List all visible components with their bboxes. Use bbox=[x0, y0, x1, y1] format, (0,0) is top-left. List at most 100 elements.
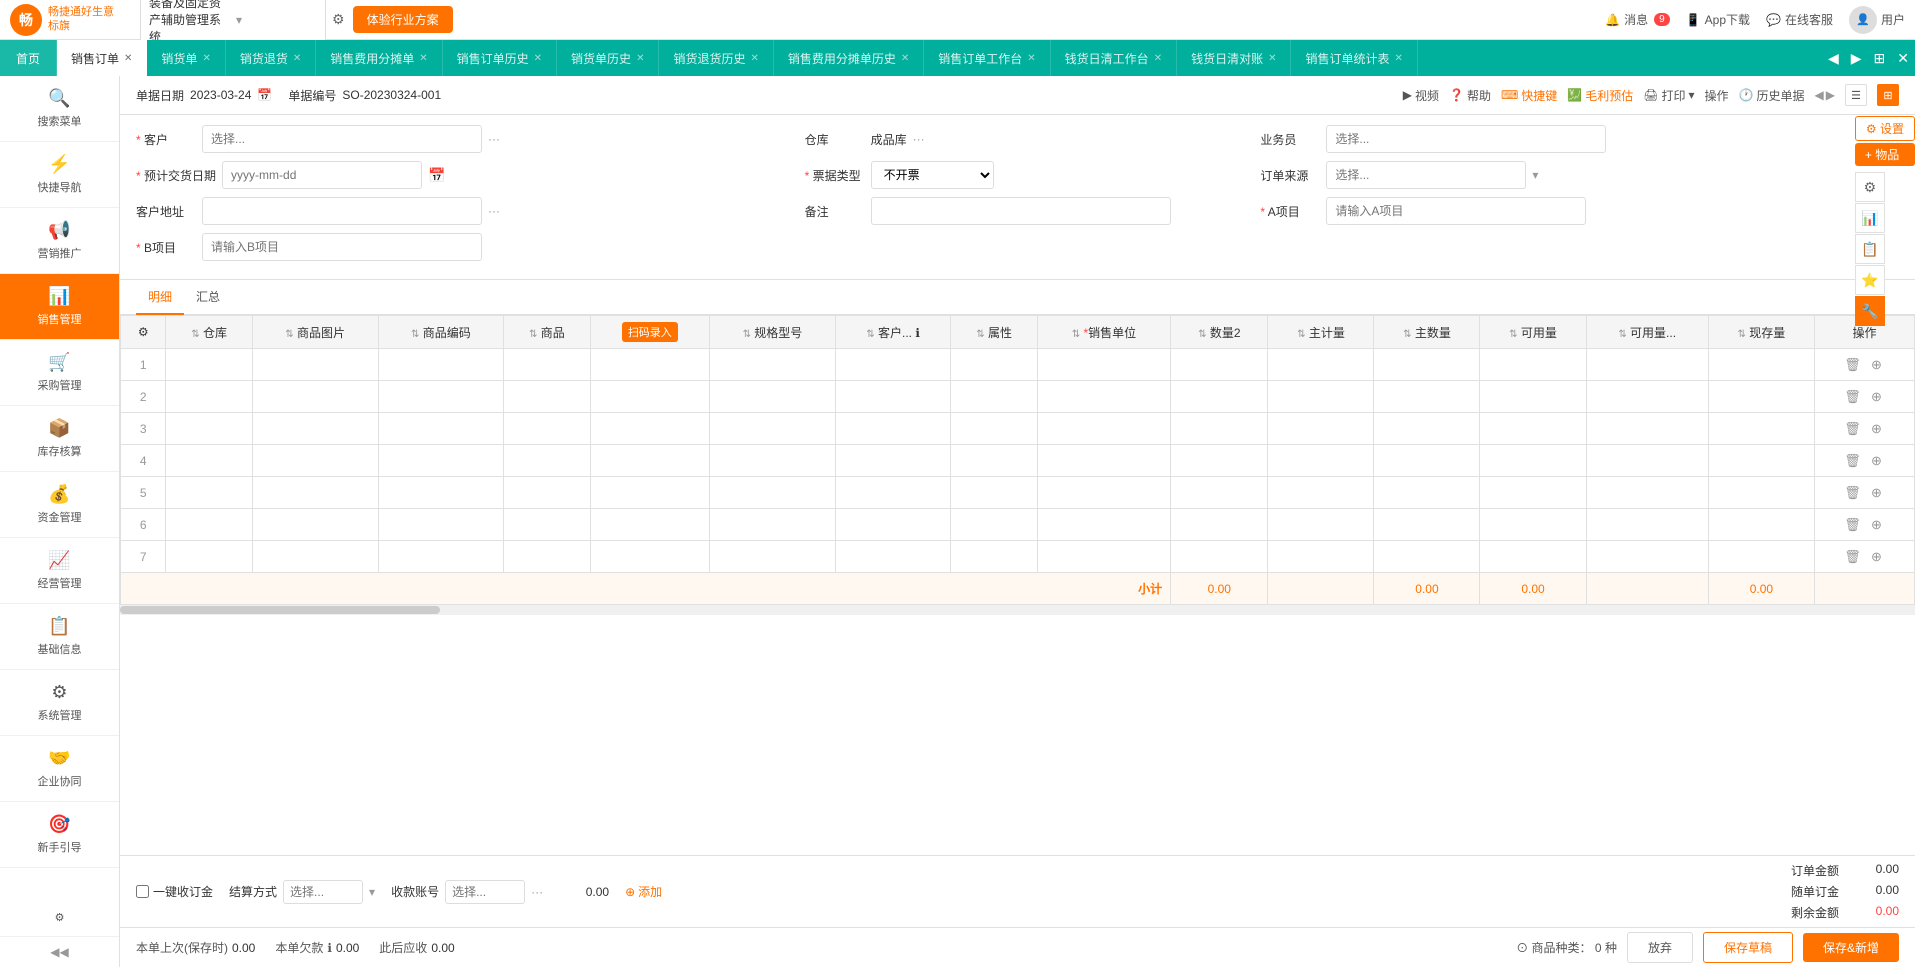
close-tab-icon[interactable]: ✕ bbox=[293, 53, 301, 64]
nav-close-icon[interactable]: ✕ bbox=[1891, 50, 1915, 67]
rfp-btn-1[interactable]: ⚙ bbox=[1855, 172, 1885, 202]
copy-row-icon[interactable]: ⊕ bbox=[1866, 483, 1886, 503]
col-settings[interactable]: ⚙ bbox=[121, 316, 166, 349]
notifications-button[interactable]: 🔔 消息 9 bbox=[1605, 11, 1670, 28]
horizontal-scrollbar[interactable] bbox=[120, 605, 1915, 615]
project-a-input[interactable] bbox=[1326, 197, 1586, 225]
tab-sales-cost[interactable]: 销售费用分摊单 ✕ bbox=[316, 40, 442, 76]
copy-row-icon[interactable]: ⊕ bbox=[1866, 355, 1886, 375]
help-action[interactable]: ❓ 帮助 bbox=[1449, 87, 1491, 104]
user-menu[interactable]: 👤 用户 bbox=[1849, 6, 1905, 34]
address-input[interactable] bbox=[202, 197, 482, 225]
sidebar-item-marketing[interactable]: 📢 营销推广 bbox=[0, 208, 119, 274]
save-new-button[interactable]: 保存&新增 bbox=[1803, 933, 1899, 962]
save-draft-button[interactable]: 保存草稿 bbox=[1703, 932, 1793, 963]
sidebar-item-finance[interactable]: 💰 资金管理 bbox=[0, 472, 119, 538]
sidebar-item-operations[interactable]: 📈 经营管理 bbox=[0, 538, 119, 604]
order-source-input[interactable] bbox=[1326, 161, 1526, 189]
copy-row-icon[interactable]: ⊕ bbox=[1866, 451, 1886, 471]
rfp-btn-2[interactable]: 📊 bbox=[1855, 203, 1885, 233]
close-tab-icon[interactable]: ✕ bbox=[534, 53, 542, 64]
nav-next-icon[interactable]: ▶ bbox=[1845, 50, 1868, 67]
rfp-btn-4[interactable]: ⭐ bbox=[1855, 265, 1885, 295]
sidebar-item-guide[interactable]: 🎯 新手引导 bbox=[0, 802, 119, 868]
tab-daily-workbench[interactable]: 钱货日清工作台 ✕ bbox=[1051, 40, 1177, 76]
sidebar-item-inventory[interactable]: 📦 库存核算 bbox=[0, 406, 119, 472]
close-tab-icon[interactable]: ✕ bbox=[1395, 53, 1403, 64]
discard-button[interactable]: 放弃 bbox=[1627, 932, 1693, 963]
chevron-down-icon[interactable]: ▾ bbox=[369, 885, 375, 899]
tab-sales-invoice[interactable]: 销货单 ✕ bbox=[147, 40, 225, 76]
sidebar-item-base[interactable]: 📋 基础信息 bbox=[0, 604, 119, 670]
settings-float-btn[interactable]: ⚙ 设置 bbox=[1855, 116, 1915, 141]
profit-action[interactable]: 💹 毛利预估 bbox=[1567, 87, 1633, 104]
tab-daily-reconcile[interactable]: 钱货日清对账 ✕ bbox=[1177, 40, 1291, 76]
sidebar-item-sales[interactable]: 📊 销售管理 bbox=[0, 274, 119, 340]
settlement-input[interactable] bbox=[283, 880, 363, 904]
project-b-input[interactable] bbox=[202, 233, 482, 261]
print-action[interactable]: 🖨 打印 ▾ bbox=[1643, 87, 1694, 104]
tab-sales-return[interactable]: 销货退货 ✕ bbox=[226, 40, 316, 76]
close-tab-icon[interactable]: ✕ bbox=[901, 53, 909, 64]
tab-cost-history[interactable]: 销售费用分摊单历史 ✕ bbox=[774, 40, 924, 76]
nav-next-btn[interactable]: ▶ bbox=[1826, 88, 1835, 102]
close-tab-icon[interactable]: ✕ bbox=[1027, 53, 1035, 64]
delete-row-icon[interactable]: 🗑 bbox=[1842, 419, 1862, 439]
calendar-icon[interactable]: 📅 bbox=[257, 88, 272, 102]
close-tab-icon[interactable]: ✕ bbox=[750, 53, 758, 64]
grid-view-btn[interactable]: ⊞ bbox=[1877, 84, 1899, 106]
close-tab-icon[interactable]: ✕ bbox=[124, 53, 132, 64]
gear-icon[interactable]: ⚙ bbox=[332, 11, 345, 28]
app-download-button[interactable]: 📱 App下载 bbox=[1686, 11, 1750, 28]
operations-action[interactable]: 操作 bbox=[1705, 87, 1729, 104]
add-item-float-btn[interactable]: + 物品 bbox=[1855, 143, 1915, 166]
close-tab-icon[interactable]: ✕ bbox=[1268, 53, 1276, 64]
delivery-date-input[interactable] bbox=[222, 161, 422, 189]
one-click-checkbox[interactable] bbox=[136, 885, 149, 898]
tab-stats[interactable]: 销售订单统计表 ✕ bbox=[1291, 40, 1417, 76]
calendar-icon[interactable]: 📅 bbox=[428, 167, 445, 184]
account-ellipsis[interactable]: ··· bbox=[531, 885, 543, 899]
tab-home[interactable]: 首页 bbox=[0, 40, 57, 76]
nav-prev-icon[interactable]: ◀ bbox=[1822, 50, 1845, 67]
address-ellipsis[interactable]: ··· bbox=[488, 204, 500, 218]
close-tab-icon[interactable]: ✕ bbox=[636, 53, 644, 64]
delete-row-icon[interactable]: 🗑 bbox=[1842, 483, 1862, 503]
tab-workbench[interactable]: 销售订单工作台 ✕ bbox=[924, 40, 1050, 76]
scrollbar-thumb[interactable] bbox=[120, 606, 440, 614]
delete-row-icon[interactable]: 🗑 bbox=[1842, 547, 1862, 567]
customer-ellipsis[interactable]: ··· bbox=[488, 132, 500, 146]
rfp-btn-5[interactable]: 🔧 bbox=[1855, 296, 1885, 326]
rfp-btn-3[interactable]: 📋 bbox=[1855, 234, 1885, 264]
copy-row-icon[interactable]: ⊕ bbox=[1866, 547, 1886, 567]
nav-expand-icon[interactable]: ⊞ bbox=[1868, 50, 1892, 67]
copy-row-icon[interactable]: ⊕ bbox=[1866, 515, 1886, 535]
tab-invoice-history[interactable]: 销货单历史 ✕ bbox=[557, 40, 659, 76]
delete-row-icon[interactable]: 🗑 bbox=[1842, 355, 1862, 375]
sidebar-item-search[interactable]: 🔍 搜索菜单 bbox=[0, 76, 119, 142]
account-input[interactable] bbox=[445, 880, 525, 904]
tab-return-history[interactable]: 销货退货历史 ✕ bbox=[659, 40, 773, 76]
shortcut-action[interactable]: ⌨ 快捷键 bbox=[1501, 87, 1557, 104]
note-input[interactable] bbox=[871, 197, 1171, 225]
sidebar-collapse-btn[interactable]: ◀◀ bbox=[0, 937, 119, 967]
add-account-button[interactable]: ⊕ 添加 bbox=[625, 883, 662, 900]
delete-row-icon[interactable]: 🗑 bbox=[1842, 515, 1862, 535]
chevron-down-icon[interactable]: ▾ bbox=[1532, 168, 1538, 182]
close-tab-icon[interactable]: ✕ bbox=[202, 53, 210, 64]
delete-row-icon[interactable]: 🗑 bbox=[1842, 387, 1862, 407]
history-action[interactable]: 🕐 历史单据 bbox=[1739, 87, 1805, 104]
warehouse-ellipsis[interactable]: ··· bbox=[913, 132, 925, 146]
scan-input-btn[interactable]: 扫码录入 bbox=[622, 322, 678, 342]
tab-sales-history[interactable]: 销售订单历史 ✕ bbox=[443, 40, 557, 76]
sidebar-item-system[interactable]: ⚙ 系统管理 bbox=[0, 670, 119, 736]
sidebar-item-nav[interactable]: ⚡ 快捷导航 bbox=[0, 142, 119, 208]
close-tab-icon[interactable]: ✕ bbox=[419, 53, 427, 64]
list-view-btn[interactable]: ☰ bbox=[1845, 84, 1867, 106]
view-action[interactable]: ▶ 视频 bbox=[1403, 87, 1439, 104]
delete-row-icon[interactable]: 🗑 bbox=[1842, 451, 1862, 471]
nav-prev-btn[interactable]: ◀ bbox=[1815, 88, 1824, 102]
copy-row-icon[interactable]: ⊕ bbox=[1866, 419, 1886, 439]
tab-sales-order[interactable]: 销售订单 ✕ bbox=[57, 40, 147, 76]
close-tab-icon[interactable]: ✕ bbox=[1154, 53, 1162, 64]
